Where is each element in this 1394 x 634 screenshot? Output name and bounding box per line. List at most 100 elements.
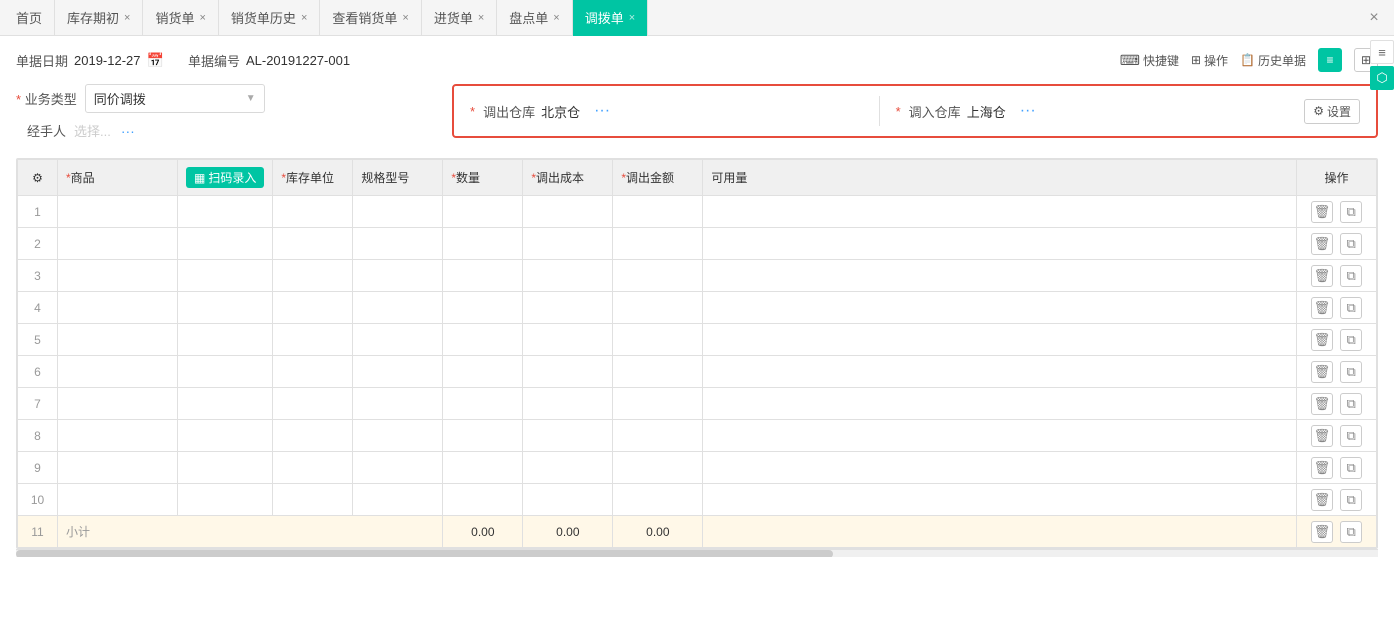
tab-inventory-init[interactable]: 库存期初 × [55, 0, 143, 36]
horizontal-scrollbar[interactable] [16, 549, 1378, 557]
tab-sales-history[interactable]: 销货单历史 × [219, 0, 320, 36]
dropdown-arrow-icon: ▼ [246, 93, 256, 104]
tab-home[interactable]: 首页 [4, 0, 55, 36]
cell-spec [353, 420, 443, 452]
cell-spec [353, 196, 443, 228]
handler-row: 经手人 选择... ··· [16, 121, 436, 140]
copy-row-button[interactable]: ⧉ [1340, 201, 1362, 223]
cell-product[interactable] [58, 356, 178, 388]
history-button[interactable]: 📋 历史单据 [1240, 52, 1306, 69]
delete-row-button[interactable]: 🗑 [1311, 521, 1333, 543]
cell-spec [353, 324, 443, 356]
date-field: 单据日期 2019-12-27 📅 [16, 51, 164, 70]
close-icon[interactable]: × [199, 12, 205, 24]
subtotal-row: 11 小计 0.00 0.00 0.00 🗑 ⧉ [18, 516, 1377, 548]
delete-row-button[interactable]: 🗑 [1311, 329, 1333, 351]
gear-icon: ⚙ [32, 171, 43, 185]
copy-row-button[interactable]: ⧉ [1340, 425, 1362, 447]
copy-row-button[interactable]: ⧉ [1340, 265, 1362, 287]
tab-check-sales[interactable]: 查看销货单 × [320, 0, 421, 36]
th-gear[interactable]: ⚙ [18, 160, 58, 196]
handler-more-button[interactable]: ··· [121, 123, 135, 139]
close-icon[interactable]: × [478, 12, 484, 24]
cell-operations: 🗑 ⧉ [1297, 196, 1377, 228]
shortcut-button[interactable]: ⌨ 快捷键 [1120, 52, 1179, 69]
cell-product[interactable] [58, 420, 178, 452]
number-value: AL-20191227-001 [246, 53, 350, 68]
product-table: ⚙ *商品 ▦ 扫码录入 *库存单位 规格型号 [16, 158, 1378, 549]
copy-row-button[interactable]: ⧉ [1340, 297, 1362, 319]
cell-product[interactable] [58, 452, 178, 484]
shortcut-icon: ⌨ [1120, 52, 1140, 69]
delete-row-button[interactable]: 🗑 [1311, 233, 1333, 255]
sidebar-expand-button[interactable]: ⬡ [1370, 66, 1394, 90]
calendar-icon[interactable]: 📅 [147, 52, 164, 69]
delete-row-button[interactable]: 🗑 [1311, 457, 1333, 479]
cell-amount [613, 388, 703, 420]
row-number: 2 [18, 228, 58, 260]
copy-row-button[interactable]: ⧉ [1340, 489, 1362, 511]
delete-row-button[interactable]: 🗑 [1311, 393, 1333, 415]
tab-purchase-order[interactable]: 进货单 × [422, 0, 497, 36]
operation-button[interactable]: ⊞ 操作 [1191, 52, 1228, 69]
cell-product[interactable] [58, 388, 178, 420]
cell-product[interactable] [58, 484, 178, 516]
row-number: 5 [18, 324, 58, 356]
close-icon[interactable]: × [553, 12, 559, 24]
scan-input-button[interactable]: ▦ 扫码录入 [186, 167, 264, 188]
cell-unit [273, 484, 353, 516]
cell-amount [613, 196, 703, 228]
list-view-button[interactable]: ≡ [1318, 48, 1342, 72]
cell-product[interactable] [58, 292, 178, 324]
delete-row-button[interactable]: 🗑 [1311, 265, 1333, 287]
copy-row-button[interactable]: ⧉ [1340, 329, 1362, 351]
copy-row-button[interactable]: ⧉ [1340, 457, 1362, 479]
close-icon[interactable]: × [301, 12, 307, 24]
cell-scan [178, 324, 273, 356]
cell-spec [353, 292, 443, 324]
close-all-tabs-button[interactable]: × [1364, 8, 1384, 28]
close-icon[interactable]: × [402, 12, 408, 24]
cell-qty [443, 292, 523, 324]
close-icon[interactable]: × [629, 12, 635, 24]
cell-cost [523, 484, 613, 516]
sidebar-list-button[interactable]: ≡ [1370, 40, 1394, 64]
cell-product[interactable] [58, 260, 178, 292]
cell-unit [273, 324, 353, 356]
cell-spec [353, 356, 443, 388]
cell-available [703, 484, 1297, 516]
cell-product[interactable] [58, 228, 178, 260]
delete-row-button[interactable]: 🗑 [1311, 297, 1333, 319]
cell-product[interactable] [58, 196, 178, 228]
cell-scan [178, 196, 273, 228]
warehouse-out-more-button[interactable]: ··· [594, 102, 610, 120]
copy-row-button[interactable]: ⧉ [1340, 233, 1362, 255]
copy-row-button[interactable]: ⧉ [1340, 361, 1362, 383]
scroll-thumb[interactable] [16, 550, 833, 557]
handler-placeholder[interactable]: 选择... [74, 121, 111, 140]
warehouse-in-more-button[interactable]: ··· [1020, 102, 1036, 120]
delete-row-button[interactable]: 🗑 [1311, 425, 1333, 447]
cell-product[interactable] [58, 324, 178, 356]
copy-row-button[interactable]: ⧉ [1340, 393, 1362, 415]
cell-operations: 🗑 ⧉ [1297, 484, 1377, 516]
delete-row-button[interactable]: 🗑 [1311, 201, 1333, 223]
close-icon[interactable]: × [124, 12, 130, 24]
cell-available [703, 196, 1297, 228]
cell-amount [613, 260, 703, 292]
cell-operations: 🗑 ⧉ [1297, 452, 1377, 484]
business-type-select[interactable]: 同价调拨 ▼ [85, 84, 265, 113]
date-value: 2019-12-27 [74, 53, 141, 68]
copy-row-button[interactable]: ⧉ [1340, 521, 1362, 543]
tab-transfer-order[interactable]: 调拨单 × [573, 0, 648, 36]
warehouse-in-value: 上海仓 [967, 102, 1006, 121]
cell-amount [613, 324, 703, 356]
tab-sales-order[interactable]: 销货单 × [143, 0, 218, 36]
cell-operations: 🗑 ⧉ [1297, 260, 1377, 292]
settings-button[interactable]: ⚙ 设置 [1304, 99, 1360, 124]
delete-row-button[interactable]: 🗑 [1311, 361, 1333, 383]
tab-inventory-check[interactable]: 盘点单 × [497, 0, 572, 36]
delete-row-button[interactable]: 🗑 [1311, 489, 1333, 511]
cell-qty [443, 420, 523, 452]
operation-icon: ⊞ [1191, 53, 1201, 67]
